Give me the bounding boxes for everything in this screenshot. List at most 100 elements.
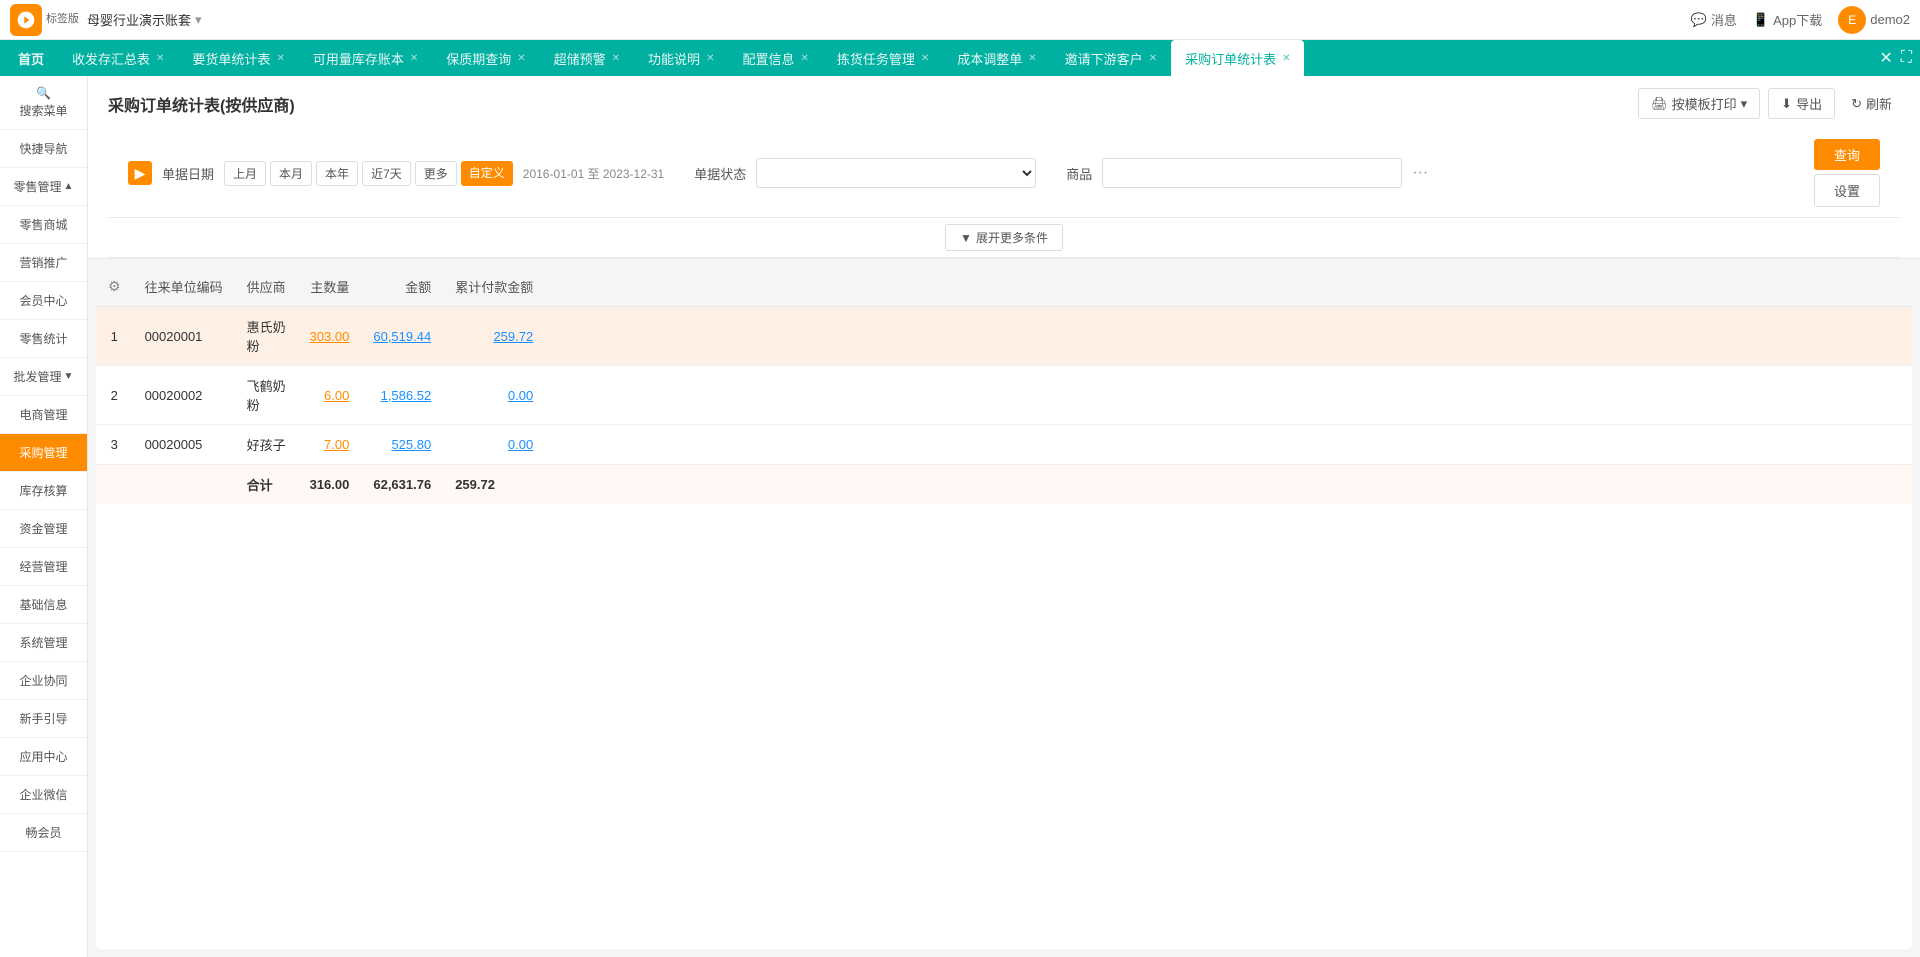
goods-more-icon[interactable]: ··· xyxy=(1412,164,1428,182)
shortcut-this-year[interactable]: 本年 xyxy=(316,161,358,186)
tab-close-icon[interactable]: ✕ xyxy=(1028,53,1036,64)
org-name: 母婴行业演示账套 xyxy=(87,10,191,29)
tab-home[interactable]: 首页 xyxy=(4,40,58,76)
tab-close-icon[interactable]: ✕ xyxy=(706,53,714,64)
settings-button[interactable]: 设置 xyxy=(1814,174,1880,207)
tab-close-icon[interactable]: ✕ xyxy=(517,53,525,64)
custom-date-badge[interactable]: 自定义 xyxy=(461,161,513,186)
page-title-row: 采购订单统计表(按供应商) 🖨 按模板打印 ▾ ⬇ 导出 ↻ 刷新 xyxy=(108,88,1900,119)
tab-available-stock[interactable]: 可用量库存账本 ✕ xyxy=(299,40,432,76)
row-amount: 1,586.52 xyxy=(361,366,443,425)
sidebar-item-retail-stats[interactable]: 零售统计 xyxy=(0,320,87,358)
print-button[interactable]: 🖨 按模板打印 ▾ xyxy=(1638,88,1760,119)
shortcut-7days[interactable]: 近7天 xyxy=(362,161,411,186)
table-row: 3 00020005 好孩子 7.00 525.80 0.00 xyxy=(96,425,1912,465)
main-layout: 🔍 搜索菜单 快捷导航 零售管理 ▲ 零售商城 营销推广 会员中心 零售统计 批… xyxy=(0,76,1920,957)
refresh-button[interactable]: ↻ 刷新 xyxy=(1843,89,1900,118)
sidebar-item-retail-mall[interactable]: 零售商城 xyxy=(0,206,87,244)
sidebar-item-enterprise-collab[interactable]: 企业协同 xyxy=(0,662,87,700)
shortcut-last-month[interactable]: 上月 xyxy=(224,161,266,186)
page-title: 采购订单统计表(按供应商) xyxy=(108,92,295,116)
logo-icon xyxy=(10,4,42,36)
tab-overstock-warning[interactable]: 超储预警 ✕ xyxy=(540,40,634,76)
date-range-text: 2016-01-01 至 2023-12-31 xyxy=(523,165,664,182)
user-name: demo2 xyxy=(1870,12,1910,27)
tab-close-icon[interactable]: ✕ xyxy=(800,53,808,64)
sidebar-item-search[interactable]: 🔍 搜索菜单 xyxy=(0,76,87,130)
tab-close-icon[interactable]: ✕ xyxy=(1149,53,1157,64)
sidebar-item-wholesale-mgmt[interactable]: 批发管理 ▼ xyxy=(0,358,87,396)
tab-close-icon[interactable]: ✕ xyxy=(410,53,418,64)
expand-more-button[interactable]: ▼ 展开更多条件 xyxy=(945,224,1063,251)
sidebar-item-purchase-mgmt[interactable]: 采购管理 xyxy=(0,434,87,472)
sidebar-item-label: 畅会员 xyxy=(25,824,61,841)
tab-label: 邀请下游客户 xyxy=(1065,49,1143,68)
search-icon: 🔍 xyxy=(36,86,51,100)
user-profile[interactable]: E demo2 xyxy=(1838,6,1910,34)
app-download-action[interactable]: 📱 App下载 xyxy=(1753,10,1822,29)
tab-close-icon[interactable]: ✕ xyxy=(1282,53,1290,64)
tab-goods-summary[interactable]: 要货单统计表 ✕ xyxy=(178,40,298,76)
tab-close-icon[interactable]: ✕ xyxy=(612,53,620,64)
sidebar-item-ecommerce[interactable]: 电商管理 xyxy=(0,396,87,434)
sidebar-item-enterprise-wechat[interactable]: 企业微信 xyxy=(0,776,87,814)
sidebar-item-app-center[interactable]: 应用中心 xyxy=(0,738,87,776)
sidebar-item-member-center[interactable]: 会员中心 xyxy=(0,282,87,320)
sidebar-item-retail-mgmt[interactable]: 零售管理 ▲ xyxy=(0,168,87,206)
sidebar: 🔍 搜索菜单 快捷导航 零售管理 ▲ 零售商城 营销推广 会员中心 零售统计 批… xyxy=(0,76,88,957)
sidebar-item-quick-nav[interactable]: 快捷导航 xyxy=(0,130,87,168)
sidebar-item-new-guide[interactable]: 新手引导 xyxy=(0,700,87,738)
row-supplier: 惠氏奶粉 xyxy=(235,307,298,366)
tab-function-desc[interactable]: 功能说明 ✕ xyxy=(634,40,728,76)
footer-empty2 xyxy=(545,465,1912,505)
page-actions: 🖨 按模板打印 ▾ ⬇ 导出 ↻ 刷新 xyxy=(1638,88,1900,119)
sidebar-item-operation-mgmt[interactable]: 经营管理 xyxy=(0,548,87,586)
org-selector[interactable]: 母婴行业演示账套 ▾ xyxy=(87,10,202,29)
message-icon: 💬 xyxy=(1691,12,1707,28)
status-label: 单据状态 xyxy=(694,164,746,183)
row-quantity: 6.00 xyxy=(298,366,362,425)
export-button[interactable]: ⬇ 导出 xyxy=(1768,88,1835,119)
tab-close-icon[interactable]: ✕ xyxy=(156,53,164,64)
sidebar-item-marketing[interactable]: 营销推广 xyxy=(0,244,87,282)
expand-icon: ▼ xyxy=(64,371,74,382)
row-supplier: 好孩子 xyxy=(235,425,298,465)
top-bar-left: 标签版 母婴行业演示账套 ▾ xyxy=(10,4,202,36)
sidebar-item-label: 零售管理 xyxy=(14,178,62,195)
tab-purchase-summary[interactable]: 采购订单统计表 ✕ xyxy=(1171,40,1304,76)
sidebar-item-system-mgmt[interactable]: 系统管理 xyxy=(0,624,87,662)
filter-collapse-button[interactable]: ▶ xyxy=(128,161,152,185)
tab-close-icon[interactable]: ✕ xyxy=(276,53,284,64)
goods-input[interactable] xyxy=(1102,158,1402,188)
nav-tabs-right: ✕ ⛶ xyxy=(1879,48,1916,68)
status-select[interactable] xyxy=(756,158,1036,188)
sidebar-item-basic-info[interactable]: 基础信息 xyxy=(0,586,87,624)
sidebar-item-fund-mgmt[interactable]: 资金管理 xyxy=(0,510,87,548)
tab-invite-downstream[interactable]: 邀请下游客户 ✕ xyxy=(1051,40,1171,76)
sidebar-item-label: 零售商城 xyxy=(19,216,67,233)
shortcut-more[interactable]: 更多 xyxy=(415,161,457,186)
tab-label: 要货单统计表 xyxy=(192,49,270,68)
close-all-tabs-icon[interactable]: ✕ xyxy=(1879,48,1892,68)
date-shortcuts: 上月 本月 本年 近7天 更多 自定义 xyxy=(224,161,513,186)
tab-close-icon[interactable]: ✕ xyxy=(921,53,929,64)
tab-label: 超储预警 xyxy=(554,49,606,68)
sidebar-item-vip[interactable]: 畅会员 xyxy=(0,814,87,852)
tab-expiry-query[interactable]: 保质期查询 ✕ xyxy=(432,40,539,76)
expand-icon: ▼ xyxy=(960,231,972,245)
tab-cost-adjust[interactable]: 成本调整单 ✕ xyxy=(943,40,1050,76)
tab-pick-task[interactable]: 拣货任务管理 ✕ xyxy=(823,40,943,76)
row-index: 2 xyxy=(96,366,133,425)
query-button[interactable]: 查询 xyxy=(1814,139,1880,170)
tab-config-info[interactable]: 配置信息 ✕ xyxy=(728,40,822,76)
sidebar-item-stock-check[interactable]: 库存核算 xyxy=(0,472,87,510)
expand-tabs-icon[interactable]: ⛶ xyxy=(1901,49,1912,67)
message-action[interactable]: 💬 消息 xyxy=(1691,10,1737,29)
tab-receive-summary[interactable]: 收发存汇总表 ✕ xyxy=(58,40,178,76)
row-extra xyxy=(545,366,1912,425)
shortcut-this-month[interactable]: 本月 xyxy=(270,161,312,186)
nav-tabs: 首页 收发存汇总表 ✕ 要货单统计表 ✕ 可用量库存账本 ✕ 保质期查询 ✕ 超… xyxy=(0,40,1920,76)
gear-icon[interactable]: ⚙ xyxy=(108,278,121,294)
sidebar-item-label: 搜索菜单 xyxy=(19,102,67,119)
tab-label: 可用量库存账本 xyxy=(313,49,404,68)
